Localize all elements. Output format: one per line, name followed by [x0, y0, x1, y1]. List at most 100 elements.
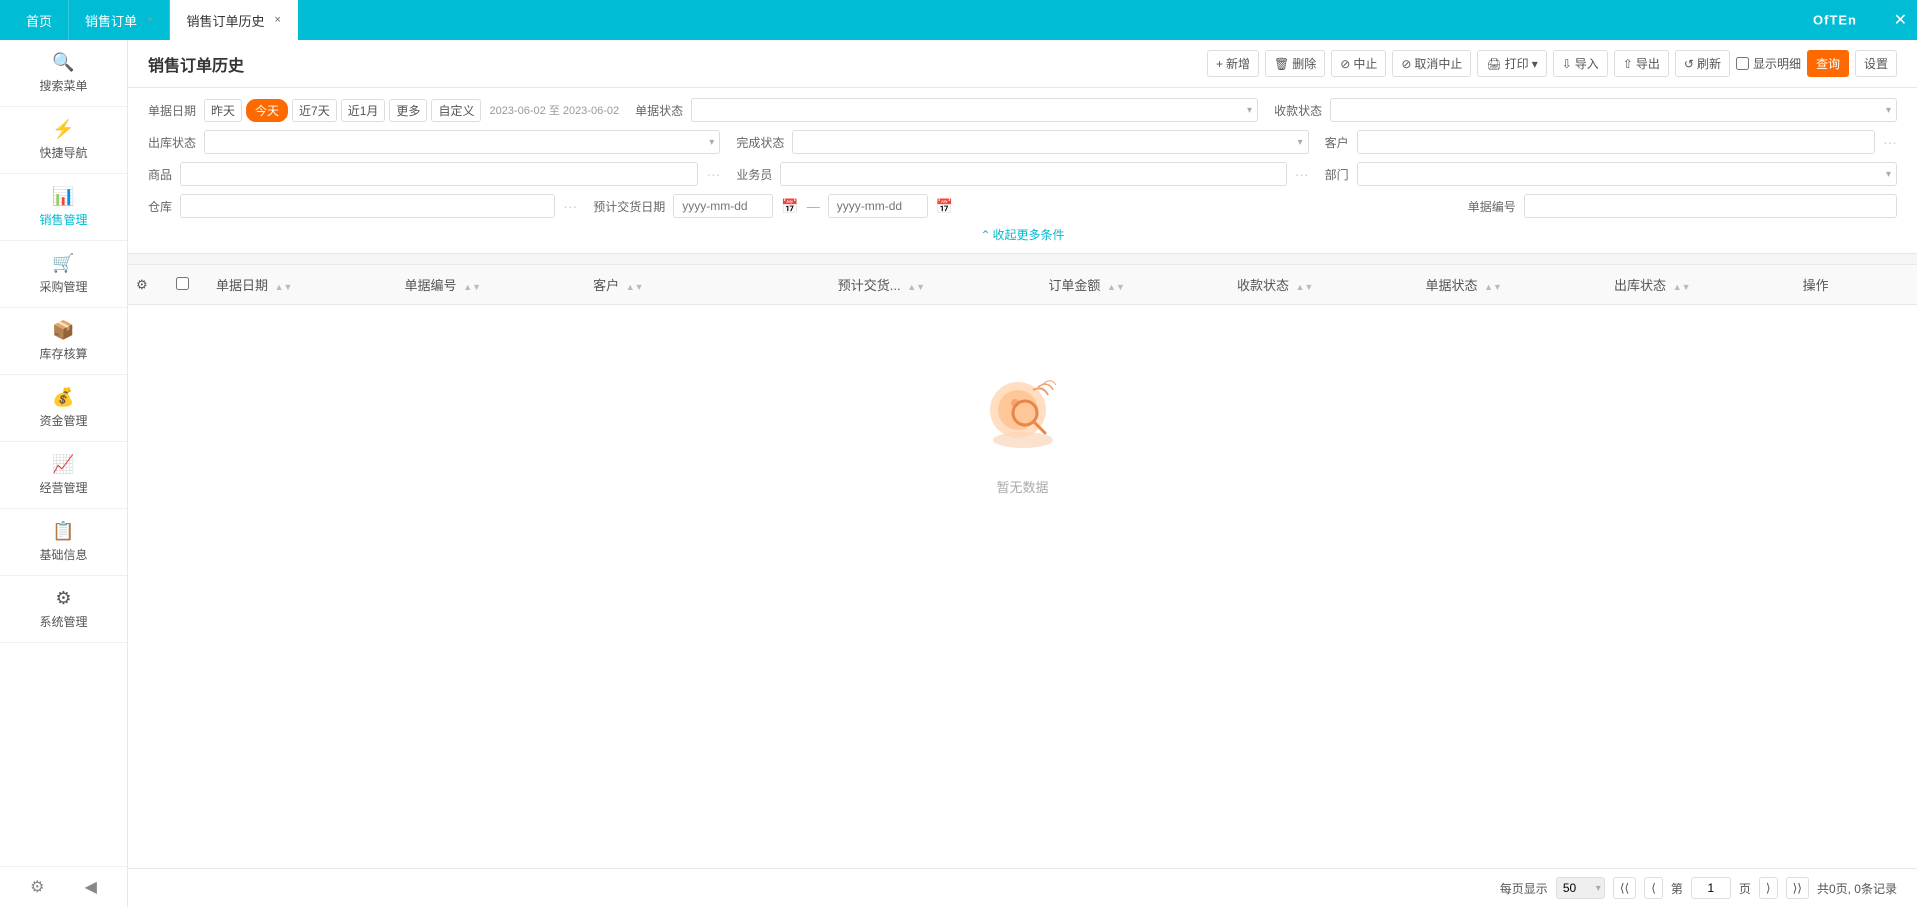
tab-list: 首页销售订单×销售订单历史× — [10, 0, 1907, 40]
first-page-btn[interactable]: ⟨⟨ — [1613, 877, 1636, 899]
sidebar-item-purchase-mgmt[interactable]: 🛒 采购管理 — [0, 241, 127, 308]
delivery-date-to[interactable] — [828, 194, 928, 218]
bill-number-input[interactable] — [1524, 194, 1897, 218]
out-status-filter: 出库状态 — [148, 130, 720, 154]
delivery-date-from[interactable] — [673, 194, 773, 218]
sidebar-item-sales-mgmt[interactable]: 📊 销售管理 — [0, 174, 127, 241]
sidebar-settings-btn[interactable]: ⚙ — [30, 877, 44, 897]
payment-status-label: 收款状态 — [1274, 102, 1322, 119]
complete-status-select[interactable] — [792, 130, 1308, 154]
refresh-button[interactable]: ↺ 刷新 — [1675, 50, 1730, 77]
settings-button[interactable]: 设置 — [1855, 50, 1897, 77]
sidebar-collapse-btn[interactable]: ◀ — [85, 877, 97, 897]
dept-select[interactable] — [1357, 162, 1897, 186]
page-title-row: 销售订单历史 + 新增 🗑 删除 ⊘ 中止 ⊘ — [148, 50, 1897, 77]
sort-delivery-icon: ▲▼ — [907, 283, 925, 292]
col-delivery[interactable]: 预计交货... ▲▼ — [830, 265, 1041, 305]
collapse-icon: ⌃ — [980, 228, 990, 242]
collapse-label: 收起更多条件 — [993, 226, 1065, 243]
sidebar-item-inventory[interactable]: 📦 库存核算 — [0, 308, 127, 375]
customer-dots[interactable]: ··· — [1883, 134, 1897, 150]
collapse-btn[interactable]: ⌃ 收起更多条件 — [980, 226, 1064, 243]
calendar-to-icon[interactable]: 📅 — [936, 198, 953, 215]
warehouse-dots[interactable]: ··· — [563, 198, 577, 214]
export-icon: ⇧ — [1623, 57, 1633, 71]
tab-close-sales-order-history[interactable]: × — [274, 14, 280, 26]
sidebar-item-finance[interactable]: 💰 资金管理 — [0, 375, 127, 442]
select-all-checkbox[interactable] — [176, 277, 189, 290]
salesperson-input[interactable] — [780, 162, 1286, 186]
date-options: 昨天 今天 近7天 近1月 更多 自定义 — [204, 99, 481, 122]
tab-home[interactable]: 首页 — [10, 0, 69, 40]
toolbar: + 新增 🗑 删除 ⊘ 中止 ⊘ 取消中止 — [1207, 50, 1897, 77]
col-bill-status[interactable]: 单据状态 ▲▼ — [1418, 265, 1607, 305]
last-page-btn[interactable]: ⟩⟩ — [1786, 877, 1809, 899]
sidebar-item-basic-info[interactable]: 📋 基础信息 — [0, 509, 127, 576]
customer-input[interactable] — [1357, 130, 1875, 154]
table-settings-col[interactable]: ⚙ — [128, 265, 168, 305]
bill-number-label: 单据编号 — [1468, 198, 1516, 215]
col-date[interactable]: 单据日期 ▲▼ — [208, 265, 397, 305]
sidebar: 🔍 搜索菜单 ⚡ 快捷导航 📊 销售管理 🛒 采购管理 📦 库存核算 💰 资金管… — [0, 40, 128, 907]
payment-status-select[interactable] — [1330, 98, 1897, 122]
window-close-btn[interactable]: ✕ — [1894, 10, 1907, 30]
delete-button[interactable]: 🗑 删除 — [1265, 50, 1325, 77]
filter-row-4: 仓库 ··· 预计交货日期 📅 — 📅 单据编号 — [148, 194, 1897, 218]
data-table: ⚙ 单据日期 ▲▼ 单据编号 ▲▼ 客户 — [128, 264, 1917, 305]
sidebar-item-search-menu[interactable]: 🔍 搜索菜单 — [0, 40, 127, 107]
quick-nav-icon: ⚡ — [52, 119, 74, 140]
filter-row-2: 出库状态 完成状态 客户 — [148, 130, 1897, 154]
tab-close-sales-order[interactable]: × — [147, 14, 153, 26]
page-input[interactable] — [1691, 877, 1731, 899]
salesperson-dots[interactable]: ··· — [1295, 166, 1309, 182]
tab-sales-order[interactable]: 销售订单 × — [69, 0, 170, 40]
out-status-label: 出库状态 — [148, 134, 196, 151]
col-payment-status[interactable]: 收款状态 ▲▼ — [1229, 265, 1418, 305]
table-header-row: ⚙ 单据日期 ▲▼ 单据编号 ▲▼ 客户 — [128, 265, 1917, 305]
cancel-stop-button[interactable]: ⊘ 取消中止 — [1392, 50, 1471, 77]
dept-label: 部门 — [1325, 166, 1349, 183]
sidebar-item-quick-nav[interactable]: ⚡ 快捷导航 — [0, 107, 127, 174]
sidebar-label-purchase-mgmt: 采购管理 — [39, 278, 87, 295]
add-button[interactable]: + 新增 — [1207, 50, 1259, 77]
salesperson-label: 业务员 — [736, 166, 772, 183]
date-1month[interactable]: 近1月 — [341, 99, 386, 122]
display-toggle-label: 显示明细 — [1753, 55, 1801, 72]
tab-label: 销售订单 — [85, 11, 137, 30]
prev-page-btn[interactable]: ⟨ — [1644, 877, 1663, 899]
import-button[interactable]: ⇩ 导入 — [1553, 50, 1608, 77]
next-page-btn[interactable]: ⟩ — [1759, 877, 1778, 899]
per-page-select[interactable]: 50 10 20 100 — [1556, 877, 1605, 899]
calendar-from-icon[interactable]: 📅 — [781, 198, 798, 215]
date-7days[interactable]: 近7天 — [292, 99, 337, 122]
bill-status-label: 单据状态 — [635, 102, 683, 119]
print-button[interactable]: 🖨 打印 ▾ — [1477, 50, 1546, 77]
goods-input[interactable] — [180, 162, 698, 186]
system-icon: ⚙ — [55, 588, 71, 609]
date-today[interactable]: 今天 — [246, 99, 288, 122]
complete-status-filter: 完成状态 — [736, 130, 1308, 154]
tab-sales-order-history[interactable]: 销售订单历史× — [170, 0, 297, 40]
display-toggle-checkbox[interactable] — [1736, 57, 1749, 70]
out-status-select[interactable] — [204, 130, 720, 154]
col-customer[interactable]: 客户 ▲▼ — [585, 265, 830, 305]
sidebar-item-system[interactable]: ⚙ 系统管理 — [0, 576, 127, 643]
date-yesterday[interactable]: 昨天 — [204, 99, 242, 122]
goods-dots[interactable]: ··· — [706, 166, 720, 182]
export-button[interactable]: ⇧ 导出 — [1614, 50, 1669, 77]
sidebar-label-quick-nav: 快捷导航 — [39, 144, 87, 161]
warehouse-input[interactable] — [180, 194, 555, 218]
col-out-status[interactable]: 出库状态 ▲▼ — [1606, 265, 1795, 305]
finance-icon: 💰 — [52, 387, 74, 408]
stop-button[interactable]: ⊘ 中止 — [1331, 50, 1386, 77]
stop-icon: ⊘ — [1340, 57, 1350, 71]
sidebar-item-operations[interactable]: 📈 经营管理 — [0, 442, 127, 509]
date-more[interactable]: 更多 — [389, 99, 427, 122]
col-number[interactable]: 单据编号 ▲▼ — [397, 265, 586, 305]
bill-status-select[interactable] — [691, 98, 1258, 122]
sidebar-label-basic-info: 基础信息 — [39, 546, 87, 563]
col-amount[interactable]: 订单金额 ▲▼ — [1040, 265, 1229, 305]
display-toggle[interactable]: 显示明细 — [1736, 55, 1801, 72]
date-custom[interactable]: 自定义 — [431, 99, 481, 122]
query-button[interactable]: 查询 — [1807, 50, 1849, 77]
